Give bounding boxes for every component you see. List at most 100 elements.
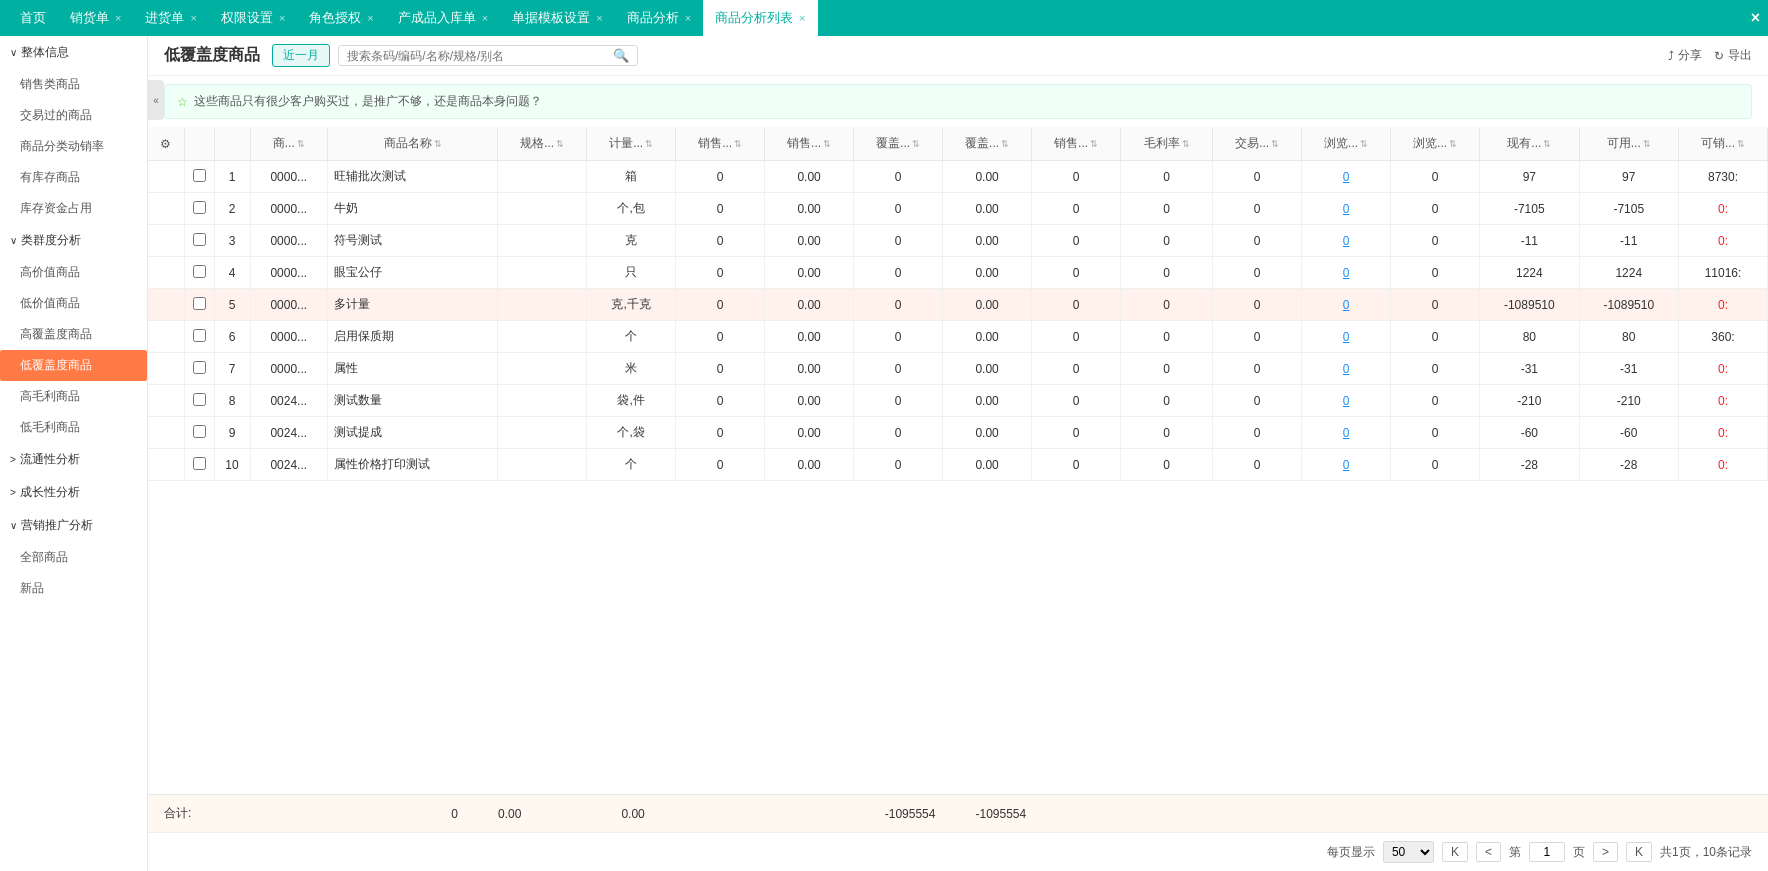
sidebar-item-all-goods[interactable]: 全部商品: [0, 542, 147, 573]
row-browse-a[interactable]: 0: [1302, 385, 1391, 417]
prev-page-button[interactable]: <: [1476, 842, 1501, 862]
column-sales-amt[interactable]: 销售...⇅: [765, 127, 854, 161]
close-icon[interactable]: ×: [482, 12, 488, 24]
row-checkbox[interactable]: [184, 321, 214, 353]
sidebar-item-high-profit[interactable]: 高毛利商品: [0, 381, 147, 412]
row-settings: [148, 193, 184, 225]
sidebar-section-growth[interactable]: > 成长性分析: [0, 476, 147, 509]
row-browse-b: 0: [1391, 161, 1480, 193]
row-checkbox[interactable]: [184, 449, 214, 481]
sidebar-item-new-goods[interactable]: 新品: [0, 573, 147, 604]
sidebar-item-low-coverage[interactable]: 低覆盖度商品: [0, 350, 147, 381]
row-browse-a[interactable]: 0: [1302, 417, 1391, 449]
export-button[interactable]: ↻ 导出: [1714, 47, 1752, 64]
search-icon[interactable]: 🔍: [613, 48, 629, 63]
last-page-button[interactable]: K: [1626, 842, 1652, 862]
row-checkbox[interactable]: [184, 289, 214, 321]
row-browse-a[interactable]: 0: [1302, 449, 1391, 481]
row-browse-a[interactable]: 0: [1302, 225, 1391, 257]
sidebar-item-high-value[interactable]: 高价值商品: [0, 257, 147, 288]
row-checkbox[interactable]: [184, 257, 214, 289]
sidebar-item-low-profit[interactable]: 低毛利商品: [0, 412, 147, 443]
column-code[interactable]: 商...⇅: [250, 127, 328, 161]
close-icon[interactable]: ×: [596, 12, 602, 24]
sidebar-item-sales-goods[interactable]: 销售类商品: [0, 69, 147, 100]
row-checkbox-input[interactable]: [193, 297, 206, 310]
close-icon[interactable]: ×: [367, 12, 373, 24]
column-browse-a[interactable]: 浏览...⇅: [1302, 127, 1391, 161]
row-num: 3: [214, 225, 250, 257]
column-spec[interactable]: 规格...⇅: [498, 127, 587, 161]
sidebar-item-in-stock[interactable]: 有库存商品: [0, 162, 147, 193]
column-sales-qty[interactable]: 销售...⇅: [676, 127, 765, 161]
row-checkbox-input[interactable]: [193, 201, 206, 214]
time-filter-recent-month[interactable]: 近一月: [272, 44, 330, 67]
row-checkbox[interactable]: [184, 385, 214, 417]
close-icon[interactable]: ×: [115, 12, 121, 24]
close-icon[interactable]: ×: [279, 12, 285, 24]
nav-tab-sales[interactable]: 销货单 ×: [58, 0, 133, 36]
column-browse-b[interactable]: 浏览...⇅: [1391, 127, 1480, 161]
share-icon: ⤴: [1668, 49, 1674, 63]
row-checkbox[interactable]: [184, 353, 214, 385]
sidebar-section-overall[interactable]: ∨ 整体信息: [0, 36, 147, 69]
nav-tab-purchase[interactable]: 进货单 ×: [133, 0, 208, 36]
search-input[interactable]: [347, 49, 613, 63]
page-number-input[interactable]: [1529, 842, 1565, 862]
row-checkbox-input[interactable]: [193, 169, 206, 182]
first-page-button[interactable]: K: [1442, 842, 1468, 862]
row-browse-a[interactable]: 0: [1302, 321, 1391, 353]
row-checkbox-input[interactable]: [193, 329, 206, 342]
row-checkbox[interactable]: [184, 417, 214, 449]
row-checkbox-input[interactable]: [193, 233, 206, 246]
sidebar-section-marketing[interactable]: ∨ 营销推广分析: [0, 509, 147, 542]
window-close-button[interactable]: ×: [1751, 9, 1760, 27]
nav-tab-home[interactable]: 首页: [8, 0, 58, 36]
row-checkbox-input[interactable]: [193, 457, 206, 470]
nav-tab-analysis-list[interactable]: 商品分析列表 ×: [703, 0, 817, 36]
column-trade[interactable]: 交易...⇅: [1213, 127, 1302, 161]
nav-tab-finished-goods[interactable]: 产成品入库单 ×: [386, 0, 500, 36]
sidebar-section-liquidity[interactable]: > 流通性分析: [0, 443, 147, 476]
row-checkbox-input[interactable]: [193, 393, 206, 406]
row-browse-a[interactable]: 0: [1302, 257, 1391, 289]
sidebar-section-cluster[interactable]: ∨ 类群度分析: [0, 224, 147, 257]
nav-tab-template[interactable]: 单据模板设置 ×: [500, 0, 614, 36]
sidebar-item-low-value[interactable]: 低价值商品: [0, 288, 147, 319]
close-icon[interactable]: ×: [799, 12, 805, 24]
column-cover-a[interactable]: 覆盖...⇅: [854, 127, 943, 161]
close-icon[interactable]: ×: [190, 12, 196, 24]
sidebar-item-category-rate[interactable]: 商品分类动销率: [0, 131, 147, 162]
nav-tab-permissions[interactable]: 权限设置 ×: [209, 0, 297, 36]
sidebar-item-traded-goods[interactable]: 交易过的商品: [0, 100, 147, 131]
row-browse-a[interactable]: 0: [1302, 193, 1391, 225]
per-page-select[interactable]: 50 10 20 100: [1383, 841, 1434, 863]
nav-tab-roles[interactable]: 角色授权 ×: [297, 0, 385, 36]
column-unit[interactable]: 计量...⇅: [587, 127, 676, 161]
sidebar-collapse-button[interactable]: «: [148, 80, 164, 120]
row-checkbox[interactable]: [184, 225, 214, 257]
column-sales-c[interactable]: 销售...⇅: [1032, 127, 1121, 161]
column-gross-rate[interactable]: 毛利率⇅: [1121, 127, 1213, 161]
row-browse-a[interactable]: 0: [1302, 289, 1391, 321]
row-checkbox[interactable]: [184, 193, 214, 225]
next-page-button[interactable]: >: [1593, 842, 1618, 862]
column-available[interactable]: 可用...⇅: [1579, 127, 1678, 161]
row-browse-a[interactable]: 0: [1302, 353, 1391, 385]
column-name[interactable]: 商品名称⇅: [328, 127, 498, 161]
tab-label: 单据模板设置: [512, 9, 590, 27]
row-checkbox-input[interactable]: [193, 425, 206, 438]
share-button[interactable]: ⤴ 分享: [1668, 47, 1702, 64]
sidebar-item-capital[interactable]: 库存资金占用: [0, 193, 147, 224]
nav-tab-analysis[interactable]: 商品分析 ×: [615, 0, 703, 36]
row-checkbox-input[interactable]: [193, 361, 206, 374]
row-browse-a[interactable]: 0: [1302, 161, 1391, 193]
row-checkbox[interactable]: [184, 161, 214, 193]
column-sellable[interactable]: 可销...⇅: [1678, 127, 1767, 161]
column-current[interactable]: 现有...⇅: [1480, 127, 1579, 161]
column-settings[interactable]: ⚙: [148, 127, 184, 161]
sidebar-item-high-coverage[interactable]: 高覆盖度商品: [0, 319, 147, 350]
close-icon[interactable]: ×: [685, 12, 691, 24]
column-cover-b[interactable]: 覆盖...⇅: [943, 127, 1032, 161]
row-checkbox-input[interactable]: [193, 265, 206, 278]
